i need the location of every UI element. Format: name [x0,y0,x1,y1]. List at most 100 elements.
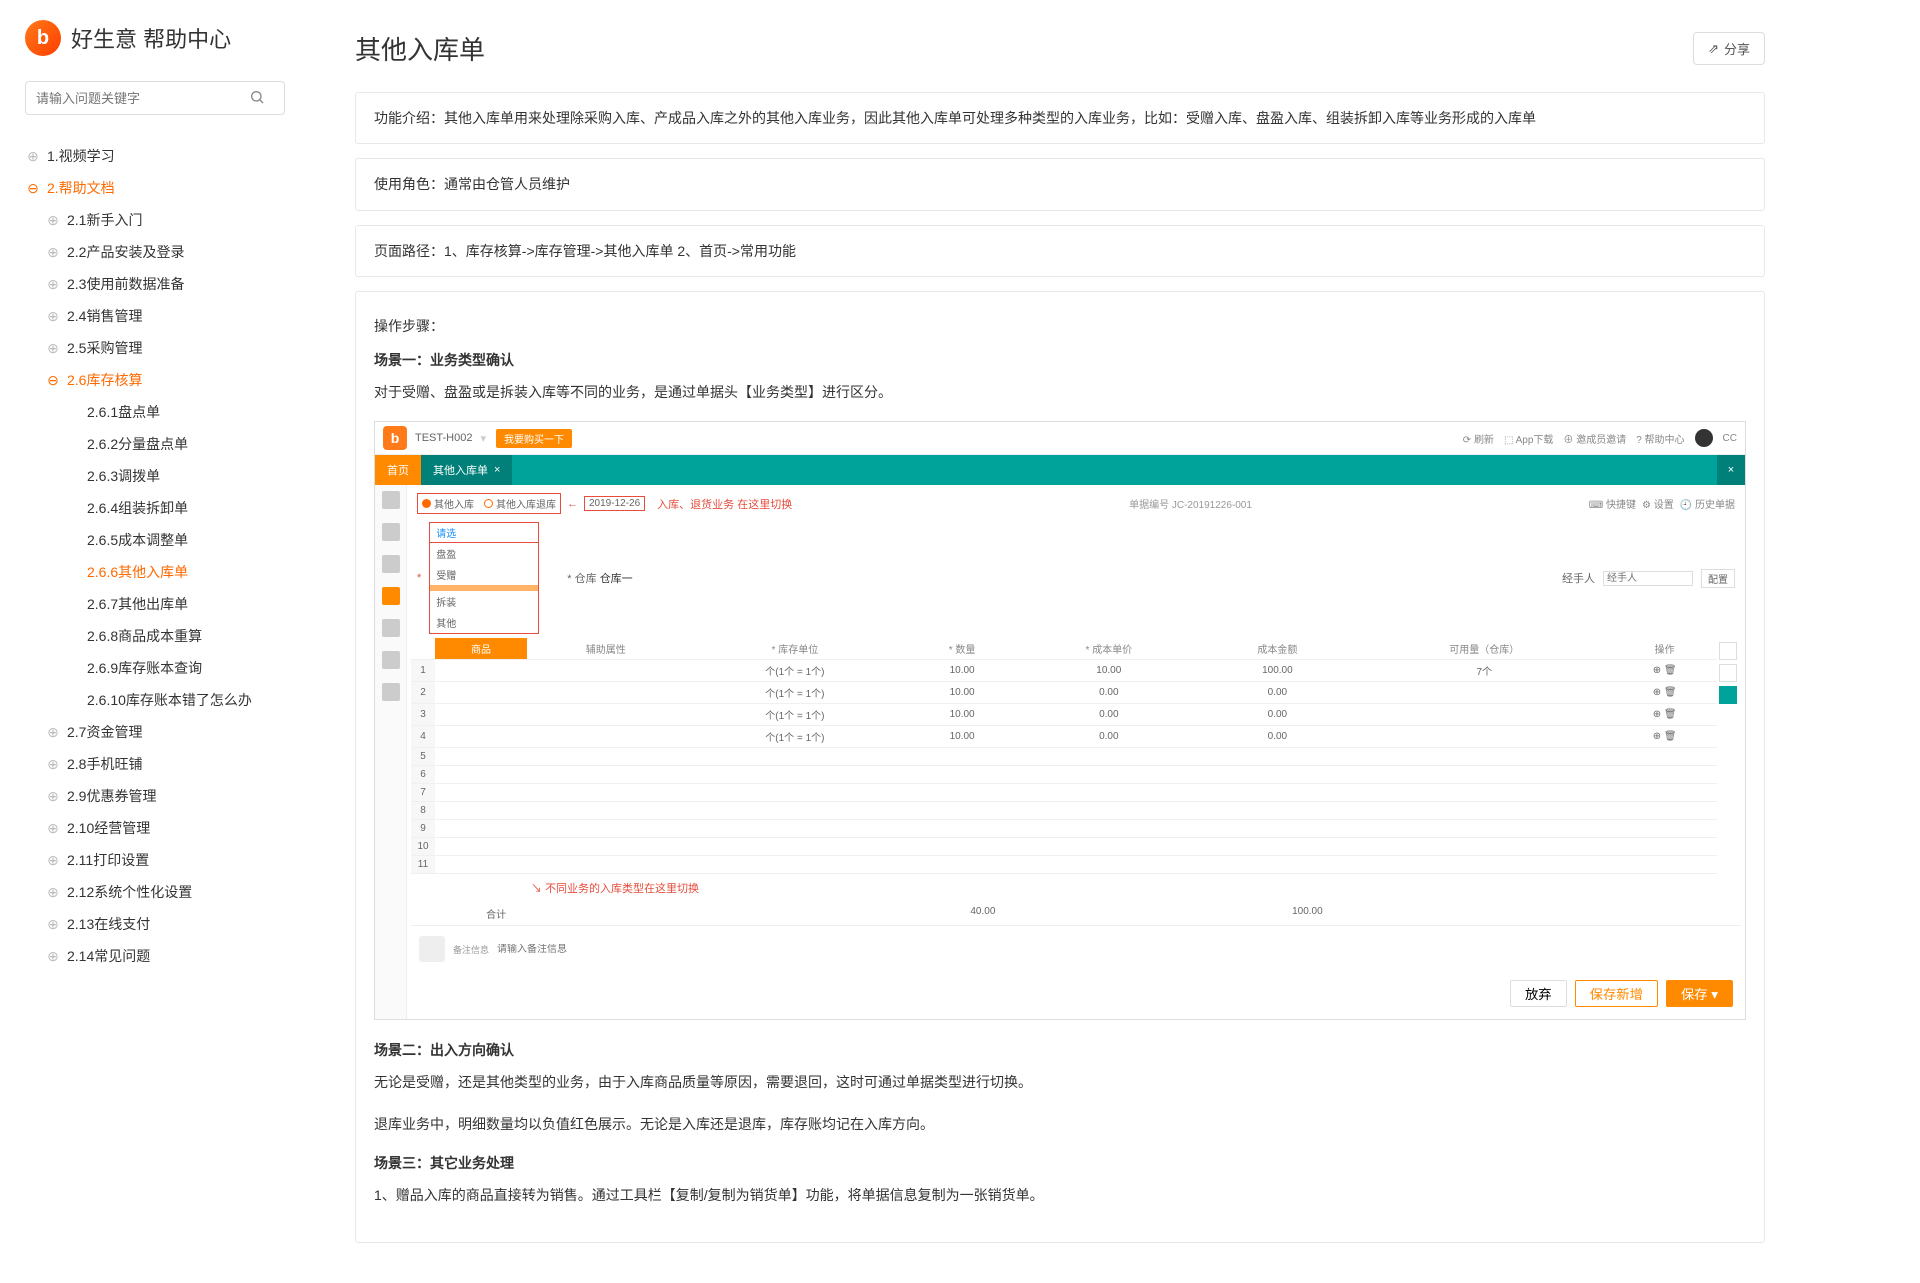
plus-icon: ⊕ [45,948,61,964]
ss-buy-button[interactable]: 我要购买一下 [496,429,572,448]
ss-table: 商品 辅助属性 * 库存单位 * 数量 * 成本单价 成本金额 可用量（仓库） … [411,638,1717,874]
rail-icon[interactable] [382,619,400,637]
nav-faq[interactable]: ⊕2.14常见问题 [45,940,285,972]
ss-dd-option[interactable]: 拆装 [430,591,538,612]
ss-settings-link[interactable]: ⚙ 设置 [1642,496,1674,511]
plus-icon: ⊕ [45,276,61,292]
ss-tab-active[interactable]: 其他入库单× [421,455,512,485]
ss-save-button[interactable]: 保存 ▾ [1666,980,1733,1007]
nav-print[interactable]: ⊕2.11打印设置 [45,844,285,876]
share-button[interactable]: ⇗ 分享 [1693,32,1765,65]
nav-other-out[interactable]: ·2.6.7其他出库单 [65,588,285,620]
invite-icon[interactable]: ⊕ 邀成员邀请 [1563,431,1626,446]
search-input[interactable] [25,81,285,115]
plus-icon: ⊕ [45,820,61,836]
nav-assembly[interactable]: ·2.6.4组装拆卸单 [65,492,285,524]
ss-username: CC [1723,433,1737,444]
nav-finance[interactable]: ⊕2.7资金管理 [45,716,285,748]
scene1-title: 场景一：业务类型确认 [374,350,1746,370]
nav-sales[interactable]: ⊕2.4销售管理 [45,300,285,332]
ss-date-input[interactable]: 2019-12-26 [584,496,645,511]
scene2-p1: 无论是受赠，还是其他类型的业务，由于入库商品质量等原因，需要退回，这时可通过单据… [374,1070,1746,1095]
nav-transfer[interactable]: ·2.6.3调拨单 [65,460,285,492]
plus-icon: ⊕ [45,884,61,900]
sidebar: b 好生意 帮助中心 ⊕1.视频学习 ⊖2.帮助文档 ⊕2.1新手入门 ⊕2.2… [0,0,305,1283]
ss-note-input[interactable] [497,944,1733,955]
help-icon[interactable]: ? 帮助中心 [1636,431,1684,446]
ss-dd-option[interactable]: 其他 [430,612,538,633]
table-row[interactable]: 10 [411,838,1717,856]
plus-icon: ⊕ [45,916,61,932]
table-row[interactable]: 5 [411,748,1717,766]
ss-doc-number: 单据编号 JC-20191226-001 [1129,496,1252,511]
search-wrap [25,81,285,115]
minus-icon: ⊖ [25,180,41,196]
nav-operation[interactable]: ⊕2.10经营管理 [45,812,285,844]
ss-radio-return[interactable]: 其他入库退库 [484,496,556,511]
table-row[interactable]: 1个(1个 = 1个)10.0010.00100.007个⊕ 🗑 [411,660,1717,682]
nav-partial-check[interactable]: ·2.6.2分量盘点单 [65,428,285,460]
rail-icon[interactable] [382,587,400,605]
rail-icon[interactable] [382,651,400,669]
nav-help-docs[interactable]: ⊖2.帮助文档 [25,172,285,204]
ss-savenew-button[interactable]: 保存新增 [1575,980,1658,1007]
rail-tool-icon[interactable] [1719,664,1737,682]
scene1-text: 对于受赠、盘盈或是拆装入库等不同的业务，是通过单据头【业务类型】进行区分。 [374,380,1746,405]
nav-video-learning[interactable]: ⊕1.视频学习 [25,140,285,172]
nav-stock-check[interactable]: ·2.6.1盘点单 [65,396,285,428]
nav-online-pay[interactable]: ⊕2.13在线支付 [45,908,285,940]
note-icon [419,936,445,962]
ss-logo-icon: b [383,426,407,450]
scene2-p2: 退库业务中，明细数量均以负值红色展示。无论是入库还是退库，库存账均记在入库方向。 [374,1112,1746,1137]
ss-hotkey-link[interactable]: ⌨ 快捷键 [1589,496,1636,511]
nav-cost-adjust[interactable]: ·2.6.5成本调整单 [65,524,285,556]
rail-tool-icon[interactable] [1719,686,1737,704]
ss-biztype-dropdown[interactable]: 请选 盘盈 受赠 拆装 其他 [429,522,539,634]
ss-company: TEST-H002 [415,432,472,444]
avatar[interactable] [1695,429,1713,447]
close-icon[interactable]: × [494,464,500,476]
nav-ledger-fix[interactable]: ·2.6.10库存账本错了怎么办 [65,684,285,716]
ss-tab-home[interactable]: 首页 [375,455,421,485]
nav-mobile-shop[interactable]: ⊕2.8手机旺铺 [45,748,285,780]
ss-radio-in[interactable]: 其他入库 [422,496,474,511]
table-row[interactable]: 9 [411,820,1717,838]
arrow-icon: ← [567,498,578,510]
nav-other-in[interactable]: ·2.6.6其他入库单 [65,556,285,588]
refresh-icon[interactable]: ⟳ 刷新 [1463,431,1494,446]
rail-icon[interactable] [382,491,400,509]
nav-install-login[interactable]: ⊕2.2产品安装及登录 [45,236,285,268]
nav-purchase[interactable]: ⊕2.5采购管理 [45,332,285,364]
nav-cost-recalc[interactable]: ·2.6.8商品成本重算 [65,620,285,652]
ss-dd-option[interactable]: 受赠 [430,564,538,585]
plus-icon: ⊕ [45,212,61,228]
role-box: 使用角色：通常由仓管人员维护 [355,158,1765,210]
nav-personalization[interactable]: ⊕2.12系统个性化设置 [45,876,285,908]
table-row[interactable]: 2个(1个 = 1个)10.000.000.00⊕ 🗑 [411,682,1717,704]
table-row[interactable]: 8 [411,802,1717,820]
nav-inventory[interactable]: ⊖2.6库存核算 [45,364,285,396]
rail-tool-icon[interactable] [1719,642,1737,660]
table-row[interactable]: 4个(1个 = 1个)10.000.000.00⊕ 🗑 [411,726,1717,748]
ss-discard-button[interactable]: 放弃 [1510,980,1567,1007]
nav-coupon[interactable]: ⊕2.9优惠券管理 [45,780,285,812]
nav-ledger-query[interactable]: ·2.6.9库存账本查询 [65,652,285,684]
table-row[interactable]: 3个(1个 = 1个)10.000.000.00⊕ 🗑 [411,704,1717,726]
nav-getting-started[interactable]: ⊕2.1新手入门 [45,204,285,236]
table-row[interactable]: 7 [411,784,1717,802]
ss-history-link[interactable]: 🕘 历史单据 [1680,496,1735,511]
rail-icon[interactable] [382,555,400,573]
nav-data-prep[interactable]: ⊕2.3使用前数据准备 [45,268,285,300]
app-download-icon[interactable]: ⬚ App下载 [1504,431,1553,446]
ss-dd-option[interactable]: 盘盈 [430,543,538,564]
ss-config-button[interactable]: 配置 [1701,569,1735,588]
ss-left-rail [375,485,407,1019]
table-row[interactable]: 6 [411,766,1717,784]
rail-icon[interactable] [382,683,400,701]
table-row[interactable]: 11 [411,856,1717,874]
ss-tabs-close[interactable]: × [1717,455,1745,485]
required-star-icon: * [417,572,421,584]
ss-handler-input[interactable] [1603,571,1693,586]
rail-icon[interactable] [382,523,400,541]
ss-total-qty: 40.00 [902,906,1064,921]
